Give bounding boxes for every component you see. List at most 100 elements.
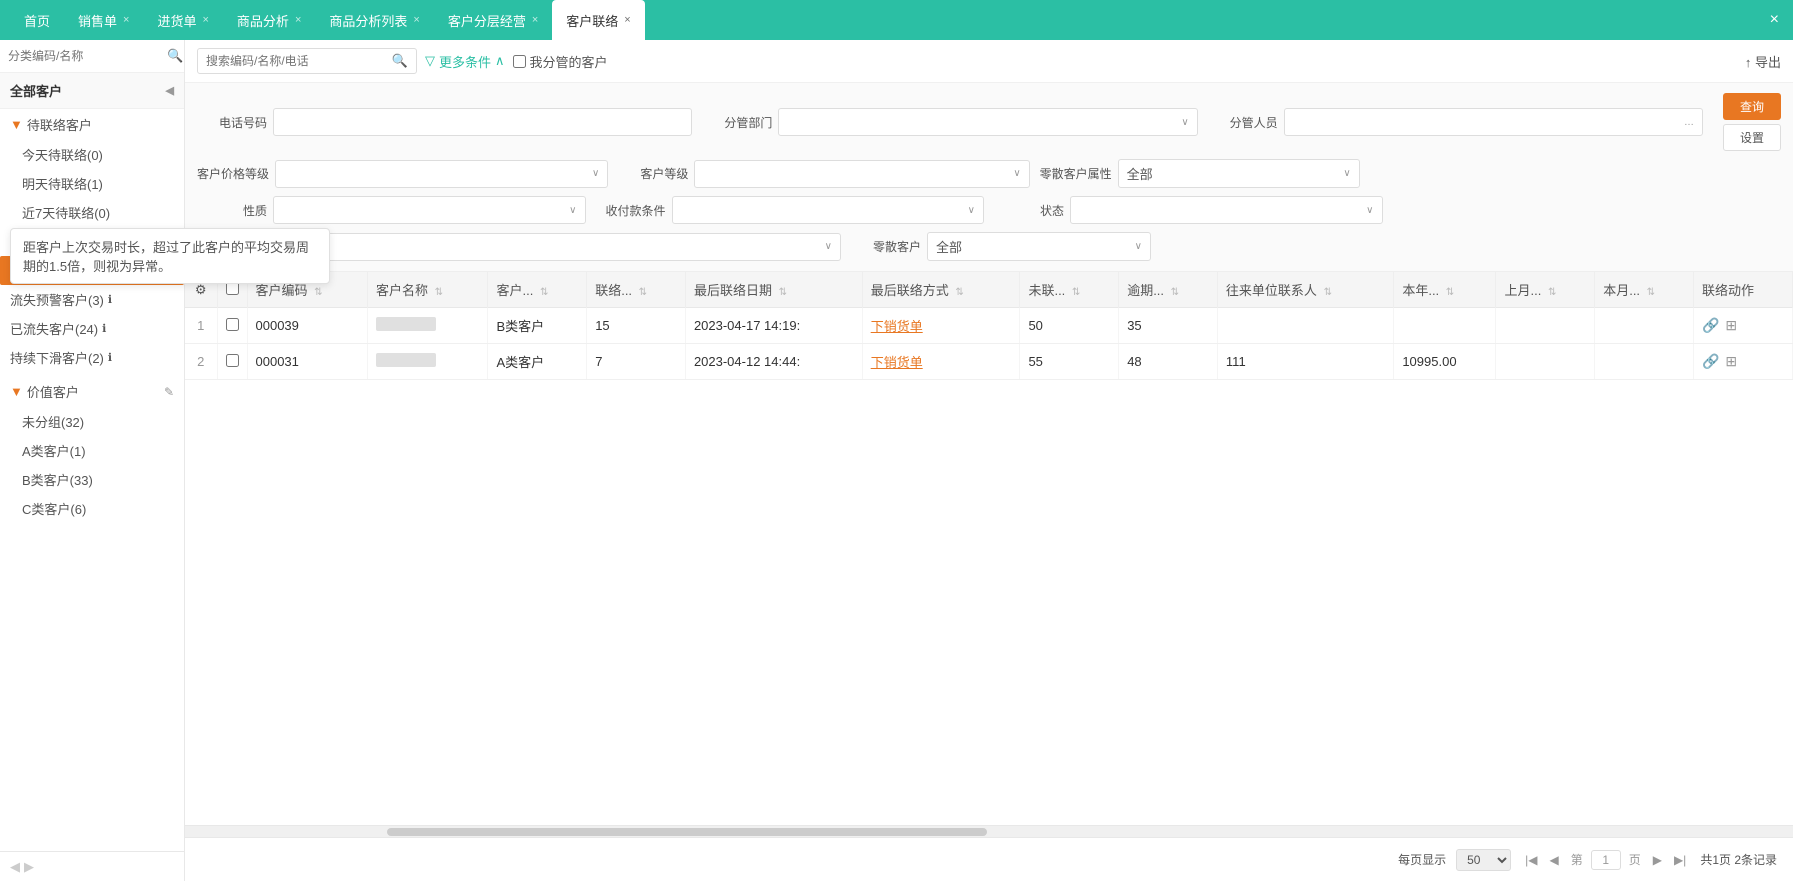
sidebar-item-today[interactable]: 今天待联络(0) xyxy=(0,140,184,169)
sidebar-collapse-icon[interactable]: ◀ xyxy=(166,84,174,97)
window-close-button[interactable]: × xyxy=(1770,11,1779,29)
cell-this-year-2: 10995.00 xyxy=(1394,344,1496,380)
filter-price-level-select[interactable]: ∨ xyxy=(275,160,608,188)
nav-customer-contact[interactable]: 客户联络 × xyxy=(552,0,644,40)
filter-more-btn[interactable]: ▽ 更多条件 ∧ xyxy=(425,52,505,71)
sidebar-churn-warning-label: 流失预警客户(3) xyxy=(10,290,104,309)
row-1-grid-icon[interactable]: ⊞ xyxy=(1725,317,1737,334)
table-header-row: ⚙ 客户编码 ⇅ 客户名称 ⇅ 客户... xyxy=(185,272,1793,308)
filter-manager-select[interactable]: … xyxy=(1284,108,1703,136)
col-this-year[interactable]: 本年... ⇅ xyxy=(1394,272,1496,308)
row-1-link-icon[interactable]: 🔗 xyxy=(1702,317,1719,334)
col-overdue[interactable]: 逾期... ⇅ xyxy=(1119,272,1218,308)
export-btn[interactable]: ↑ 导出 xyxy=(1745,52,1781,71)
row-1-actions: 🔗 ⊞ xyxy=(1702,317,1784,334)
col-last-method[interactable]: 最后联络方式 ⇅ xyxy=(862,272,1020,308)
col-name-sort: ⇅ xyxy=(435,287,443,298)
sidebar-nav-left[interactable]: ◀ xyxy=(10,859,20,875)
col-last-method-sort: ⇅ xyxy=(955,287,963,298)
nav-analysis[interactable]: 商品分析 × xyxy=(223,0,315,40)
row-2-link-icon[interactable]: 🔗 xyxy=(1702,353,1719,370)
sidebar-item-class-b[interactable]: B类客户(33) xyxy=(0,465,184,494)
filter-dept-select[interactable]: ∨ xyxy=(778,108,1197,136)
cell-code-1: 000039 xyxy=(247,308,367,344)
sidebar-item-churn-warning[interactable]: 流失预警客户(3) ℹ xyxy=(0,285,184,314)
nav-sales-close[interactable]: × xyxy=(123,14,129,26)
col-last-month[interactable]: 上月... ⇅ xyxy=(1496,272,1595,308)
col-name[interactable]: 客户名称 ⇅ xyxy=(367,272,487,308)
sidebar-group-pending[interactable]: ▼ 待联络客户 xyxy=(0,109,184,140)
col-contact-count[interactable]: 联络... ⇅ xyxy=(587,272,686,308)
sidebar-item-declining[interactable]: 持续下滑客户(2) ℹ xyxy=(0,343,184,372)
sidebar-item-tomorrow[interactable]: 明天待联络(1) xyxy=(0,169,184,198)
cell-last-date-1: 2023-04-17 14:19: xyxy=(685,308,862,344)
row-1-checkbox[interactable] xyxy=(226,318,239,331)
sidebar-declining-info-icon: ℹ xyxy=(108,351,112,364)
filter-gender-field: 性质 ∨ xyxy=(197,196,586,224)
filter-retail-customer-select[interactable]: 全部 ∨ xyxy=(927,232,1151,261)
page-prev-btn[interactable]: ◀ xyxy=(1545,851,1562,869)
sidebar-item-7days[interactable]: 近7天待联络(0) xyxy=(0,198,184,227)
col-this-month[interactable]: 本月... ⇅ xyxy=(1595,272,1694,308)
filter-retail-attr-select[interactable]: 全部 ∨ xyxy=(1118,159,1360,188)
query-button[interactable]: 查询 xyxy=(1723,93,1781,120)
sidebar-item-class-c[interactable]: C类客户(6) xyxy=(0,494,184,523)
my-customer-checkbox[interactable] xyxy=(513,55,526,68)
filter-status-select[interactable]: ∨ xyxy=(1070,196,1383,224)
nav-analysis-list-close[interactable]: × xyxy=(413,14,419,26)
sidebar-item-churned[interactable]: 已流失客户(24) ℹ xyxy=(0,314,184,343)
cell-code-2: 000031 xyxy=(247,344,367,380)
nav-sales[interactable]: 销售单 × xyxy=(64,0,143,40)
setting-button[interactable]: 设置 xyxy=(1723,124,1781,151)
cell-unlisted-2: 55 xyxy=(1020,344,1119,380)
filter-customer-type-select[interactable]: ∨ xyxy=(297,233,841,261)
sidebar-search-input[interactable] xyxy=(8,49,163,63)
nav-purchase-close[interactable]: × xyxy=(202,14,208,26)
row-2-grid-icon[interactable]: ⊞ xyxy=(1725,353,1737,370)
sidebar-item-class-a[interactable]: A类客户(1) xyxy=(0,436,184,465)
sidebar-nav-right[interactable]: ▶ xyxy=(24,859,34,875)
page-next-btn[interactable]: ▶ xyxy=(1649,851,1666,869)
col-unlisted[interactable]: 未联... ⇅ xyxy=(1020,272,1119,308)
page-first-btn[interactable]: |◀ xyxy=(1521,851,1541,869)
per-page-select[interactable]: 50 20 100 xyxy=(1456,849,1511,871)
cell-last-method-1[interactable]: 下销货单 xyxy=(862,308,1020,344)
sidebar-group-value[interactable]: ▼ 价值客户 ✎ xyxy=(0,376,184,407)
nav-analysis-close[interactable]: × xyxy=(295,14,301,26)
sidebar-item-ungrouped[interactable]: 未分组(32) xyxy=(0,407,184,436)
horizontal-scrollbar[interactable] xyxy=(185,825,1793,837)
col-last-date[interactable]: 最后联络日期 ⇅ xyxy=(685,272,862,308)
sidebar-all-customers-header: 全部客户 ◀ xyxy=(0,73,184,109)
last-method-link-2[interactable]: 下销货单 xyxy=(871,355,923,370)
col-customer-type[interactable]: 客户... ⇅ xyxy=(488,272,587,308)
filter-gender-select[interactable]: ∨ xyxy=(273,196,586,224)
page-last-btn[interactable]: ▶| xyxy=(1670,851,1690,869)
cell-name-1[interactable] xyxy=(367,308,487,344)
cell-num-1: 1 xyxy=(185,308,217,344)
sidebar-search-icon[interactable]: 🔍 xyxy=(167,48,183,64)
filter-payment-select[interactable]: ∨ xyxy=(672,196,985,224)
page-number[interactable]: 1 xyxy=(1591,850,1621,870)
row-2-checkbox[interactable] xyxy=(226,354,239,367)
nav-home[interactable]: 首页 xyxy=(10,0,64,40)
nav-purchase-label: 进货单 xyxy=(157,11,196,30)
nav-analysis-list[interactable]: 商品分析列表 × xyxy=(315,0,433,40)
col-code-label: 客户编码 xyxy=(256,283,308,298)
cell-last-method-2[interactable]: 下销货单 xyxy=(862,344,1020,380)
nav-customer-contact-close[interactable]: × xyxy=(624,14,630,26)
filter-customer-level-select[interactable]: ∨ xyxy=(694,160,1029,188)
col-contact-person[interactable]: 往来单位联系人 ⇅ xyxy=(1217,272,1393,308)
search-icon[interactable]: 🔍 xyxy=(392,53,408,69)
nav-customer-tier[interactable]: 客户分层经营 × xyxy=(434,0,552,40)
search-input[interactable] xyxy=(206,54,386,68)
sidebar-7days-label: 近7天待联络(0) xyxy=(22,206,110,221)
sidebar-group-value-edit-icon[interactable]: ✎ xyxy=(164,385,174,399)
nav-purchase[interactable]: 进货单 × xyxy=(143,0,222,40)
nav-customer-tier-close[interactable]: × xyxy=(532,14,538,26)
sidebar: 🔍 全部客户 ◀ ▼ 待联络客户 今天待联络(0) 明天待联络(1) 近7天待联… xyxy=(0,40,185,881)
cell-name-2[interactable] xyxy=(367,344,487,380)
last-method-link-1[interactable]: 下销货单 xyxy=(871,319,923,334)
col-customer-type-label: 客户... xyxy=(496,283,533,298)
scrollbar-thumb[interactable] xyxy=(387,828,987,836)
filter-phone-input[interactable] xyxy=(273,108,692,136)
